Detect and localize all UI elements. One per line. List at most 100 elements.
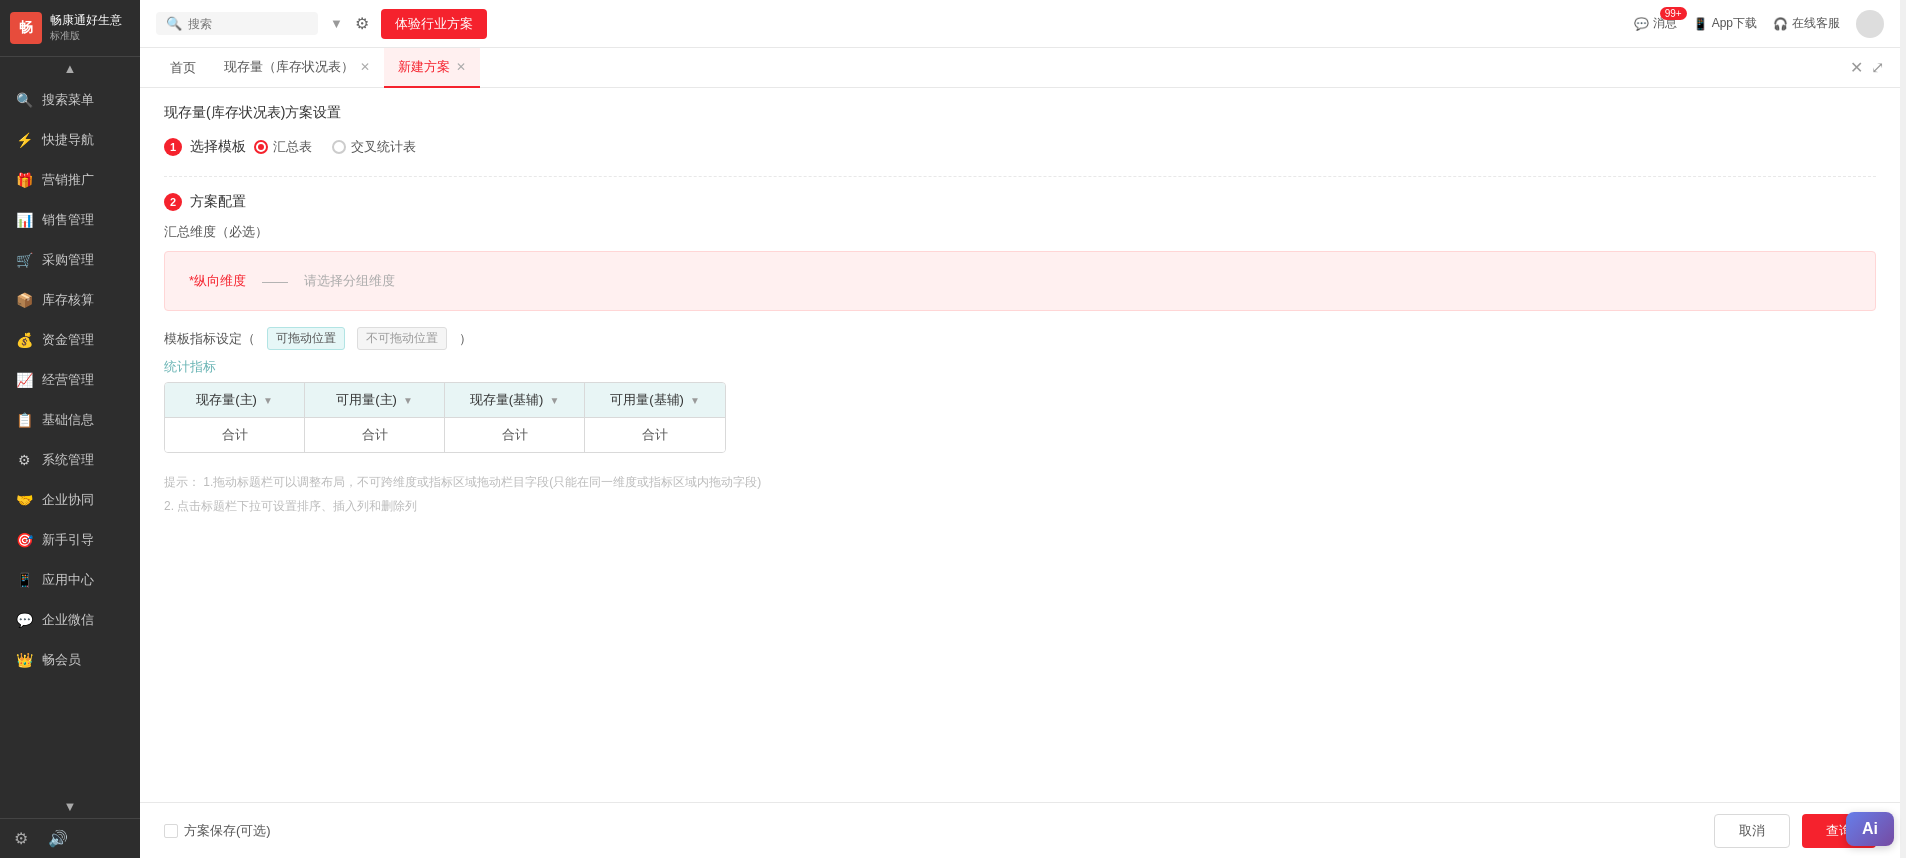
col4-chevron-icon: ▼: [690, 395, 700, 406]
sidebar-scroll-down[interactable]: ▼: [0, 795, 140, 818]
app-download-icon: 📱: [1693, 17, 1708, 31]
tab-inventory-status[interactable]: 现存量（库存状况表） ✕: [210, 48, 384, 88]
sidebar-item-membership[interactable]: 👑 畅会员: [0, 640, 140, 680]
sidebar-item-quick-nav[interactable]: ⚡ 快捷导航: [0, 120, 140, 160]
col2-chevron-icon: ▼: [403, 395, 413, 406]
tips-section: 提示： 1.拖动标题栏可以调整布局，不可跨维度或指标区域拖动栏目字段(只能在同一…: [164, 472, 1876, 517]
sidebar-item-enterprise[interactable]: 🤝 企业协同: [0, 480, 140, 520]
step1-header: 1 选择模板 汇总表 交叉统计表: [164, 138, 1876, 156]
non-draggable-badge: 不可拖动位置: [357, 327, 447, 350]
col-header-2[interactable]: 可用量(主) ▼: [305, 383, 445, 417]
tip-1: 提示： 1.拖动标题栏可以调整布局，不可跨维度或指标区域拖动栏目字段(只能在同一…: [164, 472, 1876, 494]
sidebar-item-system[interactable]: ⚙ 系统管理: [0, 440, 140, 480]
step2-header: 2 方案配置: [164, 193, 1876, 211]
save-checkbox-box[interactable]: [164, 824, 178, 838]
cancel-button[interactable]: 取消: [1714, 814, 1790, 848]
col1-chevron-icon: ▼: [263, 395, 273, 406]
tab-inventory-close-icon[interactable]: ✕: [360, 61, 370, 73]
dimension-placeholder[interactable]: 请选择分组维度: [304, 272, 395, 290]
close-window-icon[interactable]: ✕: [1850, 58, 1863, 77]
topbar-settings-icon[interactable]: ⚙: [355, 14, 369, 33]
ai-button[interactable]: Ai: [1846, 812, 1894, 846]
sidebar-nav: 🔍 搜索菜单 ⚡ 快捷导航 🎁 营销推广 📊 销售管理 🛒 采购管理 📦 库存核…: [0, 80, 140, 795]
radio-summary[interactable]: 汇总表: [254, 138, 312, 156]
radio-cross[interactable]: 交叉统计表: [332, 138, 416, 156]
sidebar-item-basic-info[interactable]: 📋 基础信息: [0, 400, 140, 440]
step1-section: 1 选择模板 汇总表 交叉统计表: [164, 138, 1876, 156]
tab-home[interactable]: 首页: [156, 48, 210, 88]
sidebar-item-inventory[interactable]: 📦 库存核算: [0, 280, 140, 320]
membership-icon: 👑: [14, 650, 34, 670]
draggable-badge: 可拖动位置: [267, 327, 345, 350]
col-header-3[interactable]: 现存量(基辅) ▼: [445, 383, 585, 417]
user-avatar[interactable]: [1856, 10, 1884, 38]
expand-window-icon[interactable]: ⤢: [1871, 58, 1884, 77]
logo-icon: 畅: [10, 12, 42, 44]
main-content: 现存量(库存状况表)方案设置 1 选择模板 汇总表 交叉统计表: [140, 88, 1900, 802]
logo-text: 畅康通好生意 标准版: [50, 13, 122, 43]
stats-table: 现存量(主) ▼ 可用量(主) ▼ 现存量(基辅) ▼ 可用量(基辅): [164, 382, 726, 453]
sidebar-item-search-menu[interactable]: 🔍 搜索菜单: [0, 80, 140, 120]
new-guide-icon: 🎯: [14, 530, 34, 550]
sidebar-item-operations[interactable]: 📈 经营管理: [0, 360, 140, 400]
dropdown-icon[interactable]: ▼: [330, 16, 343, 31]
topbar: 🔍 ▼ ⚙ 体验行业方案 💬 消息 99+ 📱 App下载 🎧 在线客服: [140, 0, 1900, 48]
speaker-footer-icon[interactable]: 🔊: [48, 829, 68, 848]
tip-2: 2. 点击标题栏下拉可设置排序、插入列和删除列: [164, 496, 1876, 518]
sidebar-item-sales[interactable]: 📊 销售管理: [0, 200, 140, 240]
step1-title: 选择模板: [190, 138, 246, 156]
sidebar-item-finance[interactable]: 💰 资金管理: [0, 320, 140, 360]
app-download-button[interactable]: 📱 App下载: [1693, 15, 1757, 32]
radio-summary-dot: [254, 140, 268, 154]
search-menu-icon: 🔍: [14, 90, 34, 110]
sidebar-item-purchase[interactable]: 🛒 采购管理: [0, 240, 140, 280]
radio-cross-dot: [332, 140, 346, 154]
settings-footer-icon[interactable]: ⚙: [14, 829, 28, 848]
sidebar-item-app-center[interactable]: 📱 应用中心: [0, 560, 140, 600]
search-icon: 🔍: [166, 16, 182, 31]
sales-icon: 📊: [14, 210, 34, 230]
tabbar: 首页 现存量（库存状况表） ✕ 新建方案 ✕ ✕ ⤢: [140, 48, 1900, 88]
sidebar: 畅 畅康通好生意 标准版 ▲ 🔍 搜索菜单 ⚡ 快捷导航 🎁 营销推广 📊 销售…: [0, 0, 140, 858]
step2-section: 2 方案配置 汇总维度（必选） *纵向维度 —— 请选择分组维度 模板指标设定（…: [164, 193, 1876, 517]
finance-icon: 💰: [14, 330, 34, 350]
col-body-2: 合计: [305, 417, 445, 452]
marketing-icon: 🎁: [14, 170, 34, 190]
save-checkbox-row[interactable]: 方案保存(可选): [164, 822, 271, 840]
sidebar-scroll-up[interactable]: ▲: [0, 57, 140, 80]
message-icon: 💬: [1634, 17, 1649, 31]
sidebar-item-marketing[interactable]: 🎁 营销推广: [0, 160, 140, 200]
window-controls: ✕ ⤢: [1850, 58, 1884, 77]
tab-new-scheme[interactable]: 新建方案 ✕: [384, 48, 480, 88]
headset-icon: 🎧: [1773, 17, 1788, 31]
basic-info-icon: 📋: [14, 410, 34, 430]
col-header-1[interactable]: 现存量(主) ▼: [165, 383, 305, 417]
save-checkbox-label: 方案保存(可选): [184, 822, 271, 840]
tab-new-scheme-close-icon[interactable]: ✕: [456, 61, 466, 73]
template-radio-group: 汇总表 交叉统计表: [254, 138, 416, 156]
dimension-area: *纵向维度 —— 请选择分组维度: [164, 251, 1876, 311]
col-body-4: 合计: [585, 417, 725, 452]
stats-table-header: 现存量(主) ▼ 可用量(主) ▼ 现存量(基辅) ▼ 可用量(基辅): [165, 383, 725, 417]
indicator-label-row: 模板指标设定（ 可拖动位置 不可拖动位置 ）: [164, 327, 1876, 350]
stats-label: 统计指标: [164, 358, 1876, 376]
search-input[interactable]: [188, 17, 308, 31]
customer-service-button[interactable]: 🎧 在线客服: [1773, 15, 1840, 32]
purchase-icon: 🛒: [14, 250, 34, 270]
col-body-3: 合计: [445, 417, 585, 452]
trial-industry-button[interactable]: 体验行业方案: [381, 9, 487, 39]
enterprise-icon: 🤝: [14, 490, 34, 510]
col3-chevron-icon: ▼: [549, 395, 559, 406]
message-button[interactable]: 💬 消息 99+: [1634, 15, 1677, 32]
resize-handle[interactable]: [1900, 0, 1906, 858]
vertical-dimension-label: *纵向维度: [189, 272, 246, 290]
sidebar-item-wechat[interactable]: 💬 企业微信: [0, 600, 140, 640]
main-panel: 🔍 ▼ ⚙ 体验行业方案 💬 消息 99+ 📱 App下载 🎧 在线客服: [140, 0, 1900, 858]
sidebar-item-new-guide[interactable]: 🎯 新手引导: [0, 520, 140, 560]
dimension-required-label: 汇总维度（必选）: [164, 223, 1876, 241]
col-header-4[interactable]: 可用量(基辅) ▼: [585, 383, 725, 417]
search-box[interactable]: 🔍: [156, 12, 318, 35]
step1-badge: 1: [164, 138, 182, 156]
operations-icon: 📈: [14, 370, 34, 390]
inventory-icon: 📦: [14, 290, 34, 310]
